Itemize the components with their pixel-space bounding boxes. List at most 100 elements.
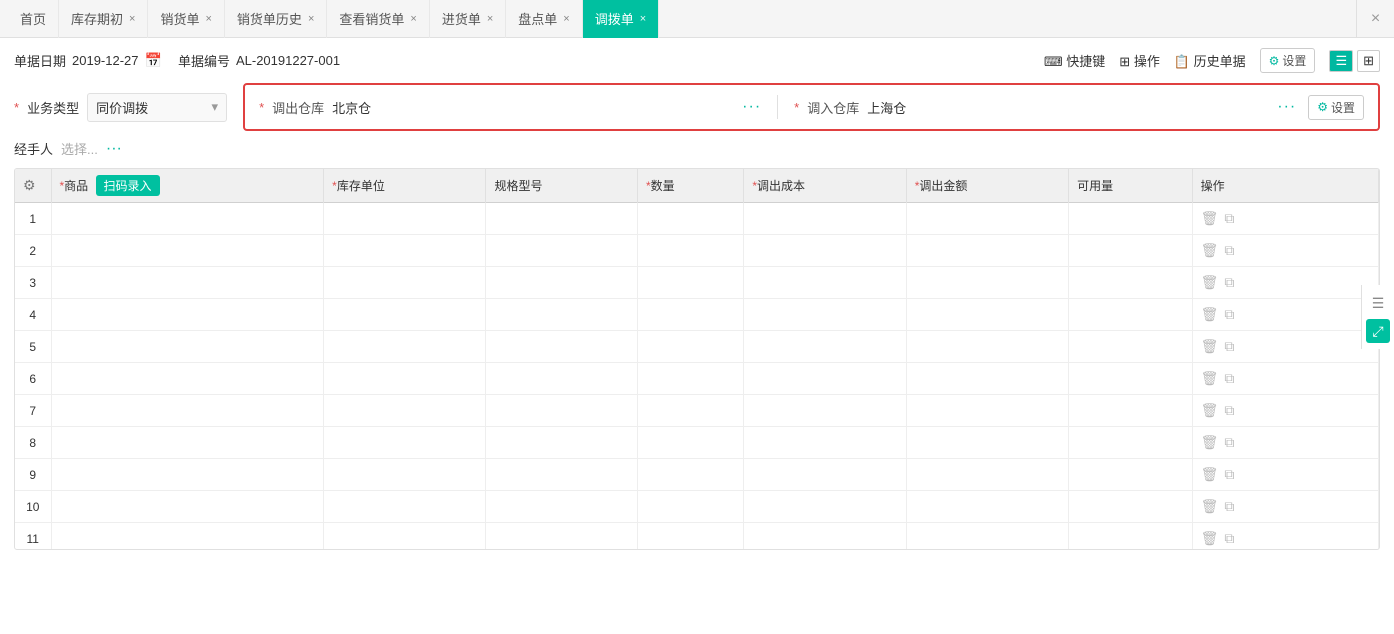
copy-row-icon[interactable]: ⧉ — [1224, 306, 1234, 323]
row-available[interactable] — [1069, 523, 1193, 550]
window-close-button[interactable]: × — [1356, 0, 1394, 38]
row-product[interactable] — [51, 363, 324, 395]
row-product[interactable] — [51, 459, 324, 491]
row-product[interactable] — [51, 299, 324, 331]
copy-row-icon[interactable]: ⧉ — [1224, 466, 1234, 483]
sidebar-list-icon[interactable]: ☰ — [1366, 291, 1390, 315]
row-qty[interactable] — [637, 491, 743, 523]
row-spec[interactable] — [486, 363, 637, 395]
row-spec[interactable] — [486, 267, 637, 299]
row-cost[interactable] — [744, 203, 906, 235]
grid-view-button[interactable]: ⊞ — [1357, 50, 1380, 72]
row-unit[interactable] — [324, 299, 486, 331]
row-unit[interactable] — [324, 523, 486, 550]
copy-row-icon[interactable]: ⧉ — [1224, 274, 1234, 291]
row-available[interactable] — [1069, 459, 1193, 491]
tab-transfer-order[interactable]: 调拨单 × — [583, 0, 659, 38]
row-unit[interactable] — [324, 203, 486, 235]
row-spec[interactable] — [486, 491, 637, 523]
row-product[interactable] — [51, 203, 324, 235]
tab-view-sales[interactable]: 查看销货单 × — [327, 0, 429, 38]
row-cost[interactable] — [744, 395, 906, 427]
history-button[interactable]: 📋 历史单据 — [1174, 51, 1246, 70]
row-available[interactable] — [1069, 235, 1193, 267]
row-qty[interactable] — [637, 523, 743, 550]
row-unit[interactable] — [324, 235, 486, 267]
row-available[interactable] — [1069, 267, 1193, 299]
row-spec[interactable] — [486, 203, 637, 235]
row-unit[interactable] — [324, 395, 486, 427]
close-sales-order[interactable]: × — [205, 13, 211, 25]
row-amount[interactable] — [906, 491, 1068, 523]
row-unit[interactable] — [324, 363, 486, 395]
row-amount[interactable] — [906, 395, 1068, 427]
row-available[interactable] — [1069, 427, 1193, 459]
row-cost[interactable] — [744, 299, 906, 331]
row-available[interactable] — [1069, 491, 1193, 523]
row-amount[interactable] — [906, 203, 1068, 235]
delete-row-icon[interactable]: 🗑 — [1201, 498, 1219, 515]
close-purchase-order[interactable]: × — [487, 13, 493, 25]
row-spec[interactable] — [486, 427, 637, 459]
row-product[interactable] — [51, 331, 324, 363]
row-qty[interactable] — [637, 395, 743, 427]
copy-row-icon[interactable]: ⧉ — [1224, 402, 1234, 419]
copy-row-icon[interactable]: ⧉ — [1224, 242, 1234, 259]
row-product[interactable] — [51, 427, 324, 459]
business-type-select[interactable]: 同价调拨 ▾ — [87, 93, 227, 122]
close-stocktake[interactable]: × — [563, 13, 569, 25]
row-available[interactable] — [1069, 363, 1193, 395]
copy-row-icon[interactable]: ⧉ — [1224, 530, 1234, 547]
row-product[interactable] — [51, 235, 324, 267]
row-qty[interactable] — [637, 363, 743, 395]
row-spec[interactable] — [486, 459, 637, 491]
sidebar-expand-icon[interactable]: ⤢ — [1366, 319, 1390, 343]
tab-home[interactable]: 首页 — [8, 0, 59, 38]
settings-button[interactable]: ⚙ 设置 — [1260, 48, 1316, 73]
row-qty[interactable] — [637, 299, 743, 331]
warehouse-out-more-button[interactable]: ··· — [742, 98, 761, 116]
row-spec[interactable] — [486, 235, 637, 267]
row-spec[interactable] — [486, 523, 637, 550]
row-amount[interactable] — [906, 235, 1068, 267]
row-qty[interactable] — [637, 203, 743, 235]
row-qty[interactable] — [637, 427, 743, 459]
delete-row-icon[interactable]: 🗑 — [1201, 434, 1219, 451]
row-available[interactable] — [1069, 203, 1193, 235]
tab-sales-order[interactable]: 销货单 × — [148, 0, 224, 38]
row-amount[interactable] — [906, 363, 1068, 395]
warehouse-settings-button[interactable]: ⚙ 设置 — [1308, 95, 1364, 120]
close-inventory-init[interactable]: × — [129, 13, 135, 25]
tab-stocktake[interactable]: 盘点单 × — [506, 0, 582, 38]
table-scroll-area[interactable]: ⚙ *商品 扫码录入 *库存单位 规格型号 *数量 *调出成本 *调出金额 可用… — [15, 169, 1379, 549]
row-product[interactable] — [51, 491, 324, 523]
handler-select[interactable]: 选择... — [61, 139, 98, 158]
delete-row-icon[interactable]: 🗑 — [1201, 370, 1219, 387]
delete-row-icon[interactable]: 🗑 — [1201, 402, 1219, 419]
row-unit[interactable] — [324, 427, 486, 459]
row-unit[interactable] — [324, 331, 486, 363]
delete-row-icon[interactable]: 🗑 — [1201, 242, 1219, 259]
scan-input-button[interactable]: 扫码录入 — [96, 175, 160, 196]
tab-inventory-init[interactable]: 库存期初 × — [59, 0, 148, 38]
list-view-button[interactable]: ☰ — [1329, 50, 1353, 72]
shortcut-button[interactable]: ⌨ 快捷键 — [1044, 51, 1105, 70]
row-amount[interactable] — [906, 427, 1068, 459]
row-cost[interactable] — [744, 491, 906, 523]
delete-row-icon[interactable]: 🗑 — [1201, 338, 1219, 355]
copy-row-icon[interactable]: ⧉ — [1224, 338, 1234, 355]
row-spec[interactable] — [486, 395, 637, 427]
row-qty[interactable] — [637, 235, 743, 267]
row-unit[interactable] — [324, 459, 486, 491]
row-cost[interactable] — [744, 267, 906, 299]
row-cost[interactable] — [744, 459, 906, 491]
row-unit[interactable] — [324, 267, 486, 299]
delete-row-icon[interactable]: 🗑 — [1201, 466, 1219, 483]
row-qty[interactable] — [637, 459, 743, 491]
close-sales-history[interactable]: × — [308, 13, 314, 25]
row-spec[interactable] — [486, 331, 637, 363]
delete-row-icon[interactable]: 🗑 — [1201, 210, 1219, 227]
row-available[interactable] — [1069, 299, 1193, 331]
row-spec[interactable] — [486, 299, 637, 331]
row-product[interactable] — [51, 523, 324, 550]
